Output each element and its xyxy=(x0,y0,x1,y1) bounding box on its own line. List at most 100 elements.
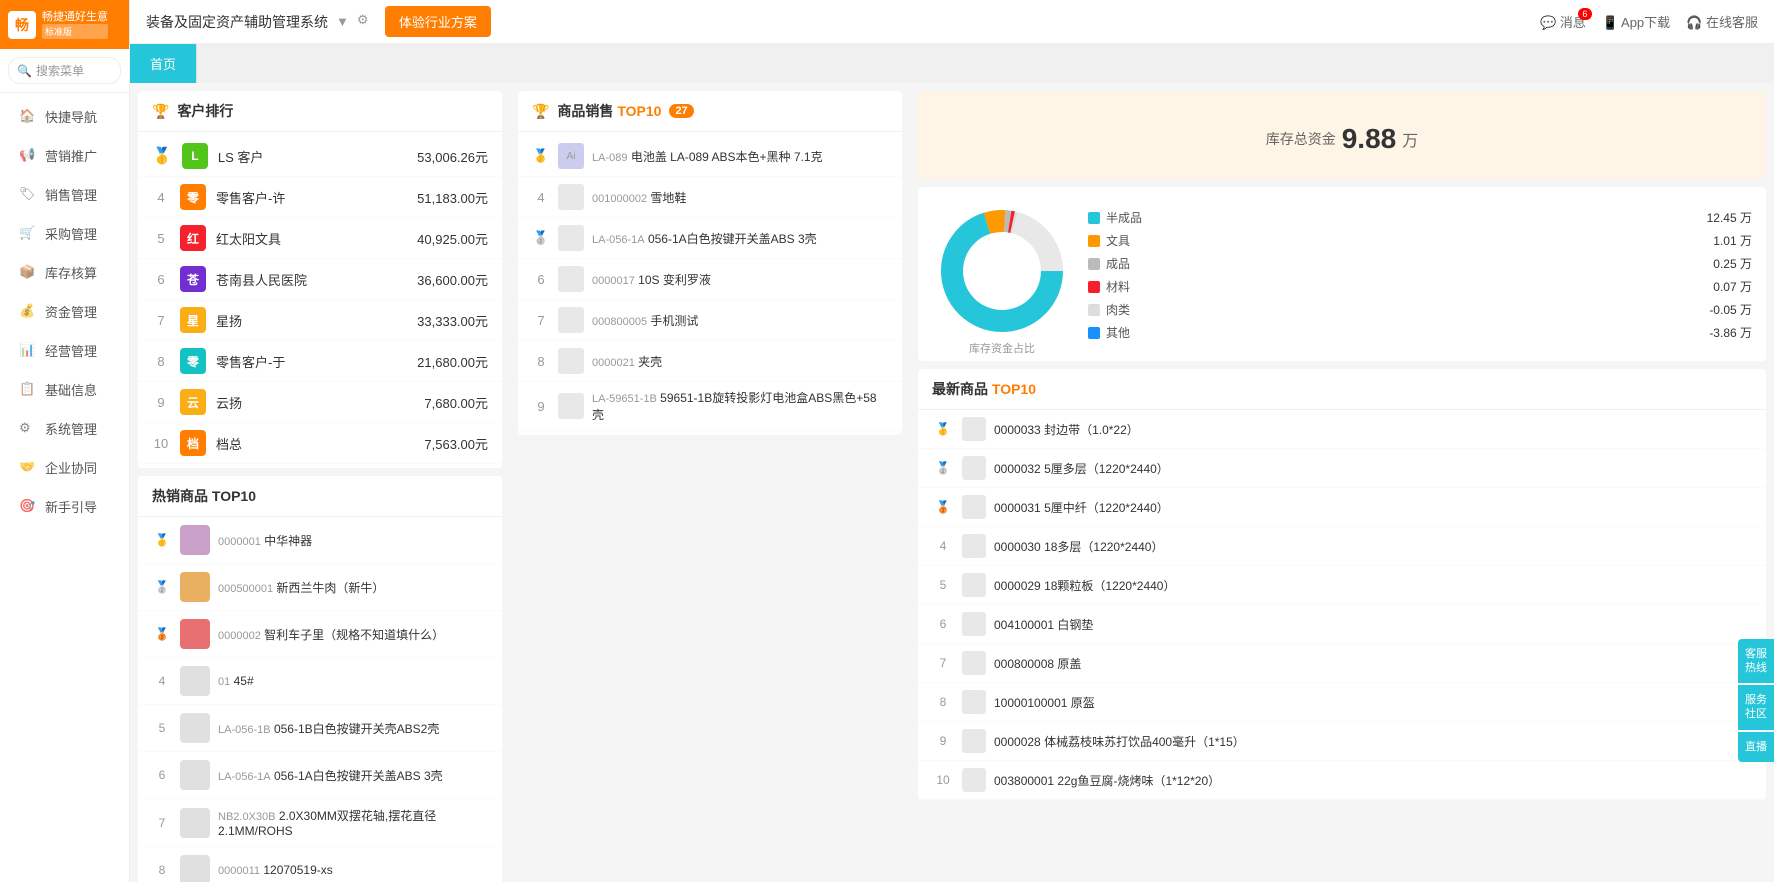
new-info-3: 0000031 5厘中纤（1220*2440） xyxy=(994,499,1752,516)
new-rank-4: 4 xyxy=(932,539,954,553)
inventory-chart-row: 库存资金占比 半成品 12.45 万 文具 1.01 万 xyxy=(932,201,1752,347)
top-prod-rank-3: 🥈 xyxy=(532,230,550,246)
sidebar-item-inventory[interactable]: 📦 库存核算 xyxy=(0,253,129,292)
home-icon: 🏠 xyxy=(19,108,37,126)
donut-chart: 库存资金占比 xyxy=(932,201,1072,341)
online-service-area[interactable]: 🎧 在线客服 xyxy=(1686,12,1758,31)
sidebar-item-cooperation[interactable]: 🤝 企业协同 xyxy=(0,448,129,487)
sidebar-item-finance[interactable]: 💰 资金管理 xyxy=(0,292,129,331)
legend-item-6: 其他 -3.86 万 xyxy=(1088,324,1752,341)
rank-num-8: 10 xyxy=(152,436,170,451)
rank-item-6: 8 零 零售客户-于 21,680.00元 xyxy=(138,341,502,382)
float-buttons: 客服 热线 服务 社区 直播 xyxy=(1738,639,1774,762)
new-prod-6: 6 004100001 白钢垫 xyxy=(918,605,1766,644)
float-btn-service[interactable]: 客服 热线 xyxy=(1738,639,1774,684)
hot-products-card: 热销商品 TOP10 🥇 0000001 中华神器 xyxy=(138,476,502,882)
logo-icon: 畅 xyxy=(8,11,36,39)
hot-img-1 xyxy=(180,525,210,555)
sidebar-item-system[interactable]: ⚙ 系统管理 xyxy=(0,409,129,448)
sidebar-item-purchase[interactable]: 🛒 采购管理 xyxy=(0,214,129,253)
new-prod-8: 8 10000100001 原盔 xyxy=(918,683,1766,722)
sidebar-item-operation[interactable]: 📊 经营管理 xyxy=(0,331,129,370)
sidebar-search-area: 🔍 搜索菜单 xyxy=(0,49,129,93)
new-products-card: 最新商品 TOP10 🥇 0000033 封边带（1.0*22） 🥈 xyxy=(918,369,1766,800)
float-btn-community[interactable]: 服务 社区 xyxy=(1738,685,1774,730)
inv-chart-label: 库存资金占比 xyxy=(932,340,1072,356)
hot-img-inner-1 xyxy=(180,525,210,555)
hot-info-5: LA-056-1B 056-1B白色按键开关壳ABS2壳 xyxy=(218,720,488,737)
inv-total-value: 9.88 xyxy=(1342,123,1397,155)
trophy-icon: 🏆 xyxy=(152,103,169,120)
sidebar-item-base[interactable]: 📋 基础信息 xyxy=(0,370,129,409)
top-prod-info-5: 000800005 手机测试 xyxy=(592,312,888,329)
sidebar-item-sales[interactable]: 🏷 销售管理 xyxy=(0,175,129,214)
legend-dot-1 xyxy=(1088,212,1100,224)
rank-item-4: 6 苍 苍南县人民医院 36,600.00元 xyxy=(138,259,502,300)
top-prod-info-4: 0000017 10S 变利罗液 xyxy=(592,271,888,288)
top-prod-img-7 xyxy=(558,393,584,419)
legend-dot-3 xyxy=(1088,258,1100,270)
nav-label-system: 系统管理 xyxy=(45,419,97,438)
customer-rank-list: 🥇 L LS 客户 53,006.26元 4 零 零售客户-许 51,183.0… xyxy=(138,132,502,468)
customer-amount-5: 33,333.00元 xyxy=(417,311,488,330)
online-service-label: 在线客服 xyxy=(1706,15,1758,30)
hot-img-inner-8 xyxy=(180,855,210,882)
medal-1: 🥇 xyxy=(152,146,172,166)
new-info-5: 0000029 18颗粒板（1220*2440） xyxy=(994,577,1752,594)
new-prod-10: 10 003800001 22g鱼豆腐-烧烤味（1*12*20） xyxy=(918,761,1766,800)
customer-avatar-1: L xyxy=(182,143,208,169)
hot-img-3 xyxy=(180,619,210,649)
settings-icon[interactable]: ⚙ xyxy=(357,12,377,32)
hot-products-list: 🥇 0000001 中华神器 🥈 xyxy=(138,517,502,882)
new-info-10: 003800001 22g鱼豆腐-烧烤味（1*12*20） xyxy=(994,772,1752,789)
tab-home[interactable]: 首页 xyxy=(130,44,197,83)
new-prod-4: 4 0000030 18多层（1220*2440） xyxy=(918,527,1766,566)
sidebar-item-guide[interactable]: 🎯 新手引导 xyxy=(0,487,129,526)
hot-img-inner-4 xyxy=(180,666,210,696)
search-menu-button[interactable]: 🔍 搜索菜单 xyxy=(8,57,121,84)
system-dropdown-icon[interactable]: ▼ xyxy=(336,14,349,29)
sidebar-item-shortcut[interactable]: 🏠 快捷导航 xyxy=(0,97,129,136)
top-products-header: 🏆 商品销售 TOP10 27 xyxy=(518,91,902,132)
top-prod-rank-4: 6 xyxy=(532,272,550,287)
customer-name-4: 苍南县人民医院 xyxy=(216,270,407,289)
inv-total-label: 库存总资金 xyxy=(1266,129,1336,149)
notification-area[interactable]: 💬 消息 6 xyxy=(1540,12,1586,31)
hot-img-inner-5 xyxy=(180,713,210,743)
top-prod-info-3: LA-056-1A 056-1A白色按键开关盖ABS 3壳 xyxy=(592,230,888,247)
new-products-list: 🥇 0000033 封边带（1.0*22） 🥈 0000032 5厘多层（122… xyxy=(918,410,1766,800)
rank-item-1: 🥇 L LS 客户 53,006.26元 xyxy=(138,136,502,177)
hot-img-4 xyxy=(180,666,210,696)
float-btn-live[interactable]: 直播 xyxy=(1738,732,1774,762)
page-body: 🏆 客户排行 🥇 L LS 客户 53,006.26元 4 零 xyxy=(130,83,1774,882)
customer-avatar-2: 零 xyxy=(180,184,206,210)
top-prod-info-1: LA-089 电池盖 LA-089 ABS本色+黑种 7.1克 xyxy=(592,148,888,165)
new-prod-1: 🥇 0000033 封边带（1.0*22） xyxy=(918,410,1766,449)
customer-amount-8: 7,563.00元 xyxy=(424,434,488,453)
finance-icon: 💰 xyxy=(19,303,37,321)
trial-button[interactable]: 体验行业方案 xyxy=(385,6,491,37)
hot-item-2: 🥈 000500001 新西兰牛肉（新牛） xyxy=(138,564,502,611)
system-title: 装备及固定资产辅助管理系统 xyxy=(146,12,328,32)
app-download-area[interactable]: 📱 App下载 xyxy=(1602,12,1670,31)
new-rank-3: 🥉 xyxy=(932,500,954,514)
sidebar-logo: 畅 畅捷通好生意 标准版 xyxy=(0,0,129,49)
top-prod-rank-5: 7 xyxy=(532,313,550,328)
new-info-6: 004100001 白钢垫 xyxy=(994,616,1752,633)
customer-name-6: 零售客户-于 xyxy=(216,352,407,371)
top-prod-item-3: 🥈 LA-056-1A 056-1A白色按键开关盖ABS 3壳 xyxy=(518,218,902,259)
hot-rank-7: 7 xyxy=(152,816,172,830)
top-prod-item-6: 8 0000021 夹壳 xyxy=(518,341,902,382)
top-products-list: 🥇 Ai LA-089 电池盖 LA-089 ABS本色+黑种 7.1克 4 0… xyxy=(518,132,902,435)
rank-num-5: 7 xyxy=(152,313,170,328)
top-prod-item-2: 4 001000002 雪地鞋 xyxy=(518,177,902,218)
customer-amount-4: 36,600.00元 xyxy=(417,270,488,289)
notification-icon: 💬 xyxy=(1540,15,1556,30)
new-info-4: 0000030 18多层（1220*2440） xyxy=(994,538,1752,555)
hot-item-6: 6 LA-056-1A 056-1A白色按键开关盖ABS 3壳 xyxy=(138,752,502,799)
top-prod-img-1: Ai xyxy=(558,143,584,169)
new-info-7: 000800008 原盖 xyxy=(994,655,1752,672)
sidebar-item-marketing[interactable]: 📢 营销推广 xyxy=(0,136,129,175)
hot-rank-8: 8 xyxy=(152,863,172,877)
hot-img-inner-3 xyxy=(180,619,210,649)
